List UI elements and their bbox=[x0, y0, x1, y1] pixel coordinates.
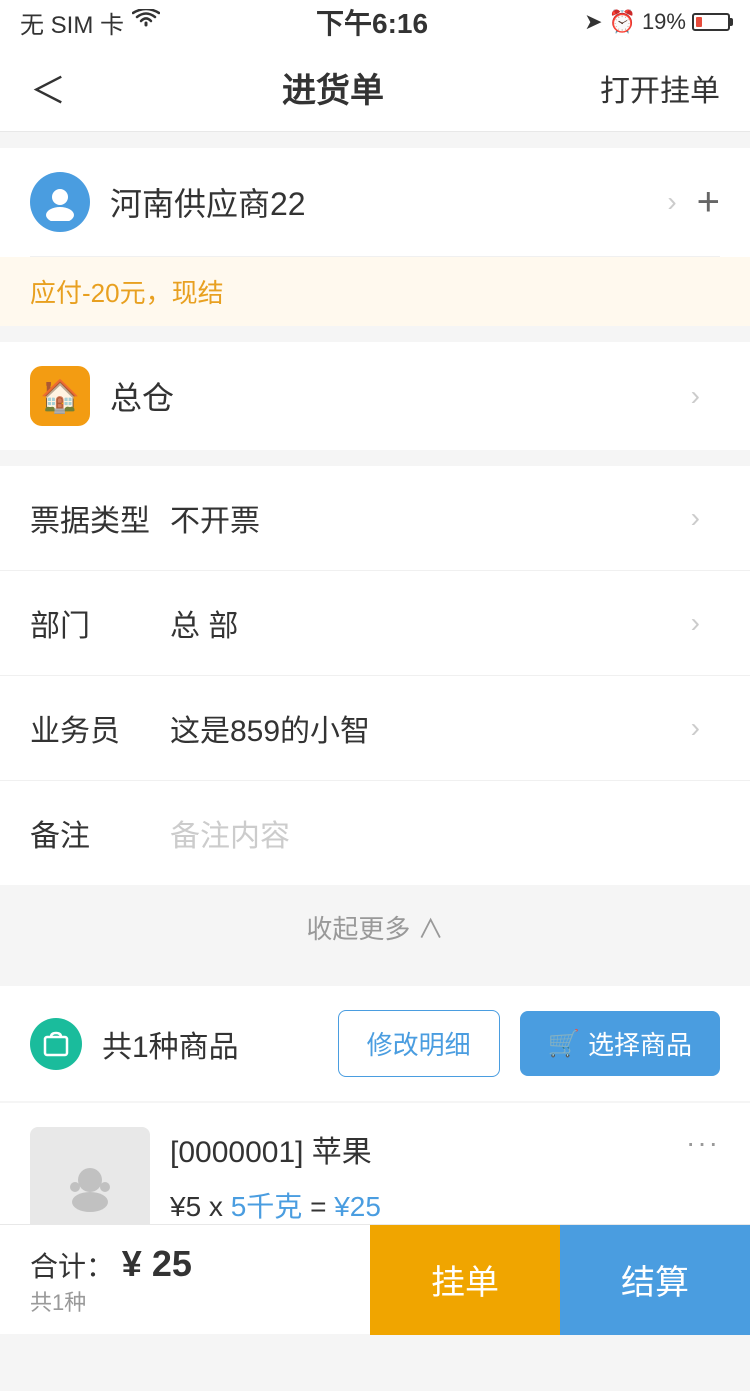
status-time: 下午6:16 bbox=[316, 2, 428, 42]
supplier-name: 河南供应商22 bbox=[110, 179, 667, 225]
field-label-dept: 部门 bbox=[30, 601, 150, 645]
products-header: 共1种商品 修改明细 🛒 选择商品 bbox=[0, 986, 750, 1101]
dept-chevron-icon: › bbox=[691, 607, 700, 639]
edit-detail-button[interactable]: 修改明细 bbox=[338, 1010, 500, 1077]
product-code: [0000001] bbox=[170, 1136, 312, 1169]
field-value-remark[interactable]: 备注内容 bbox=[150, 811, 720, 855]
quantity: 5千克 bbox=[231, 1191, 303, 1222]
supplier-notice: 应付-20元，现结 bbox=[0, 257, 750, 326]
field-label-salesman: 业务员 bbox=[30, 706, 150, 750]
warehouse-icon: 🏠 bbox=[30, 366, 90, 426]
supplier-chevron-icon: › bbox=[667, 186, 676, 218]
field-value-salesman: 这是859的小智 bbox=[150, 706, 691, 750]
status-right: ➤ ⏰ 19% bbox=[584, 9, 730, 35]
page-title: 进货单 bbox=[282, 63, 384, 112]
select-product-button[interactable]: 🛒 选择商品 bbox=[520, 1011, 720, 1076]
field-value-ticket: 不开票 bbox=[150, 496, 691, 540]
nav-bar: ＜ 进货单 打开挂单 bbox=[0, 44, 750, 132]
carrier-text: 无 SIM 卡 bbox=[20, 5, 124, 40]
battery-percentage: 19% bbox=[642, 9, 686, 35]
product-more-button[interactable]: ··· bbox=[686, 1127, 720, 1159]
ticket-chevron-icon: › bbox=[691, 502, 700, 534]
field-label-remark: 备注 bbox=[30, 811, 150, 855]
product-info: [0000001] 苹果 ¥5 x 5千克 = ¥25 bbox=[170, 1127, 666, 1225]
bottom-bar: 合计： ¥ 25 共1种 挂单 结算 bbox=[0, 1224, 750, 1334]
checkout-button[interactable]: 结算 bbox=[560, 1225, 750, 1335]
warehouse-row[interactable]: 🏠 总仓 › bbox=[0, 342, 750, 450]
wifi-icon bbox=[132, 8, 160, 36]
total-amount: ¥ 25 bbox=[122, 1243, 192, 1284]
field-value-dept: 总 部 bbox=[150, 601, 691, 645]
add-button[interactable]: + bbox=[697, 182, 720, 222]
open-hang-button[interactable]: 打开挂单 bbox=[600, 66, 720, 110]
warehouse-name: 总仓 bbox=[110, 373, 691, 419]
hang-button[interactable]: 挂单 bbox=[370, 1225, 560, 1335]
products-icon bbox=[30, 1018, 82, 1070]
field-remark[interactable]: 备注 备注内容 bbox=[0, 781, 750, 885]
supplier-avatar bbox=[30, 172, 90, 232]
back-button[interactable]: ＜ bbox=[30, 62, 66, 114]
subtotal: ¥25 bbox=[334, 1191, 381, 1222]
field-salesman[interactable]: 业务员 这是859的小智 › bbox=[0, 676, 750, 781]
status-left: 无 SIM 卡 bbox=[20, 5, 160, 40]
field-ticket-type[interactable]: 票据类型 不开票 › bbox=[0, 466, 750, 571]
supplier-row[interactable]: 河南供应商22 › + bbox=[0, 148, 750, 256]
location-icon: ➤ bbox=[584, 9, 602, 35]
status-bar: 无 SIM 卡 下午6:16 ➤ ⏰ 19% bbox=[0, 0, 750, 44]
select-product-label: 选择商品 bbox=[588, 1025, 692, 1062]
total-row: 合计： ¥ 25 bbox=[30, 1243, 340, 1285]
products-count: 共1种商品 bbox=[102, 1022, 318, 1066]
battery-icon bbox=[692, 13, 730, 31]
field-label-ticket: 票据类型 bbox=[30, 496, 150, 540]
cart-icon: 🛒 bbox=[548, 1028, 580, 1059]
unit-price: ¥5 x bbox=[170, 1191, 231, 1222]
field-department[interactable]: 部门 总 部 › bbox=[0, 571, 750, 676]
bottom-total: 合计： ¥ 25 共1种 bbox=[0, 1243, 370, 1317]
salesman-chevron-icon: › bbox=[691, 712, 700, 744]
total-count: 共1种 bbox=[30, 1285, 340, 1317]
product-name: [0000001] 苹果 bbox=[170, 1127, 666, 1171]
collapse-bar[interactable]: 收起更多 ∧ bbox=[0, 885, 750, 970]
product-title: 苹果 bbox=[312, 1136, 372, 1169]
content: 河南供应商22 › + 应付-20元，现结 🏠 总仓 › 票据类型 不开票 › … bbox=[0, 148, 750, 1391]
product-price-row: ¥5 x 5千克 = ¥25 bbox=[170, 1185, 666, 1225]
fields-section: 票据类型 不开票 › 部门 总 部 › 业务员 这是859的小智 › 备注 备注… bbox=[0, 466, 750, 885]
total-label: 合计： bbox=[30, 1251, 114, 1282]
equals-sign: = bbox=[310, 1191, 334, 1222]
warehouse-chevron-icon: › bbox=[691, 380, 700, 412]
supplier-section: 河南供应商22 › + 应付-20元，现结 bbox=[0, 148, 750, 326]
alarm-icon: ⏰ bbox=[609, 9, 636, 35]
